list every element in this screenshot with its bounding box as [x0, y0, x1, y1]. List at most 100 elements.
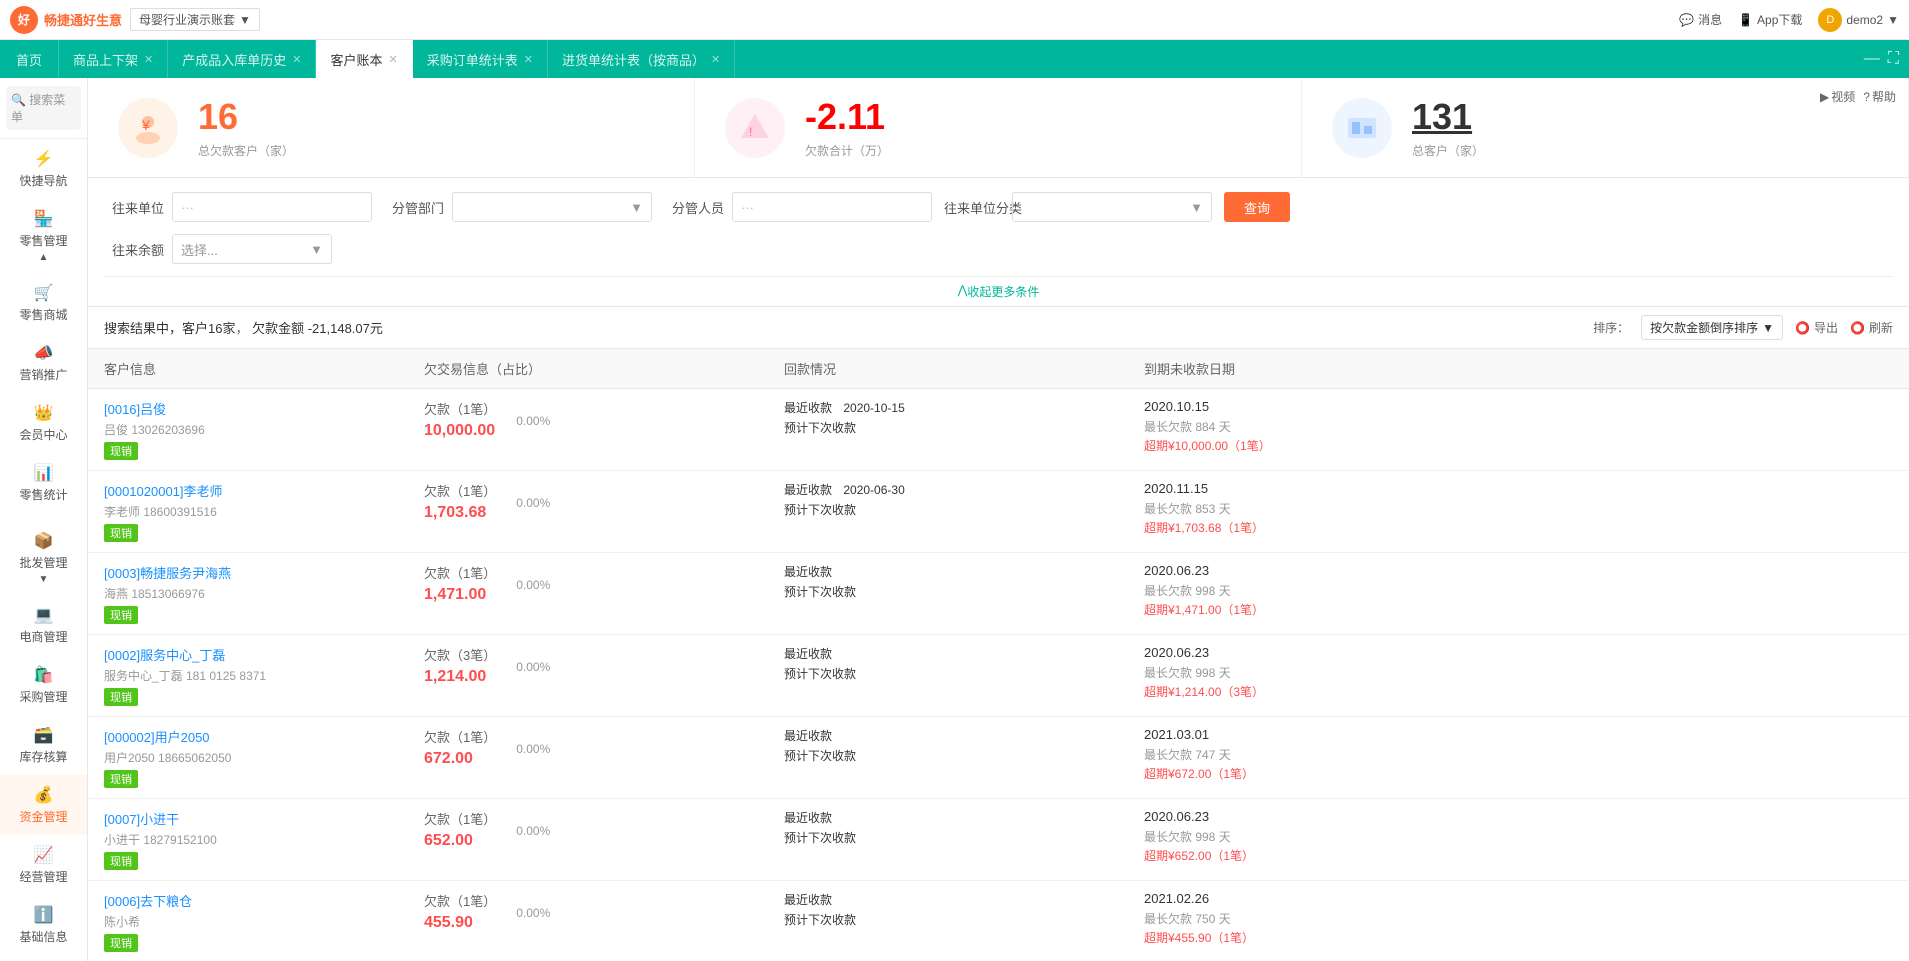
close-icon[interactable]: ✕ — [292, 53, 301, 66]
filter-select-category[interactable]: ▼ — [1012, 192, 1212, 222]
sidebar-item-purchase[interactable]: 🛍️ 采购管理 — [0, 655, 87, 715]
debt-amount[interactable]: 1,214.00 — [424, 668, 496, 686]
tab-customer-account[interactable]: 客户账本 ✕ — [316, 40, 412, 78]
overdue-days: 最长欠款 853 天 — [1144, 500, 1893, 517]
video-btn[interactable]: ▶ 视频 — [1820, 88, 1855, 105]
app-download-btn[interactable]: 📱 App下载 — [1738, 11, 1802, 28]
customer-contact: 小进干 18279152100 — [104, 831, 424, 848]
sidebar-item-business[interactable]: 📈 经营管理 — [0, 835, 87, 895]
overdue-link[interactable]: 超期¥652.00（1笔） — [1144, 847, 1893, 864]
arrow-icon: ▲ — [39, 252, 49, 263]
total-customers-value: 131 — [1412, 96, 1484, 138]
sort-select[interactable]: 按欠款金额倒序排序 ▼ — [1641, 315, 1783, 340]
sidebar-item-finance[interactable]: 💰 资金管理 — [0, 775, 87, 835]
overdue-cell: 2021.02.26 最长欠款 750 天 超期¥455.90（1笔） — [1144, 891, 1893, 946]
overdue-link[interactable]: 超期¥1,703.68（1笔） — [1144, 519, 1893, 536]
close-icon[interactable]: ✕ — [711, 53, 720, 66]
stat-icon-customers: ¥ — [118, 98, 178, 158]
overdue-link[interactable]: 超期¥672.00（1笔） — [1144, 765, 1893, 782]
export-btn[interactable]: ⭕ 导出 — [1795, 319, 1838, 336]
minimize-icon[interactable]: — — [1864, 50, 1880, 68]
debt-amount[interactable]: 1,471.00 — [424, 586, 496, 604]
debt-amount[interactable]: 652.00 — [424, 832, 496, 850]
customer-name[interactable]: [000002]用户2050 — [104, 727, 424, 746]
customer-name[interactable]: [0003]畅捷服务尹海燕 — [104, 563, 424, 582]
overdue-link[interactable]: 超期¥455.90（1笔） — [1144, 929, 1893, 946]
svg-text:!: ! — [749, 125, 752, 139]
logo-text: 畅捷通好生意 — [44, 10, 122, 29]
table-container: 客户信息 欠交易信息（占比） 回款情况 到期未收款日期 [0016]吕俊 吕俊 … — [88, 349, 1909, 961]
tab-purchase-stats[interactable]: 采购订单统计表 ✕ — [413, 40, 548, 78]
sidebar-item-wholesale[interactable]: 📦 批发管理 ▼ — [0, 521, 87, 595]
customer-name[interactable]: [0016]吕俊 — [104, 399, 424, 418]
filter-collapse-btn[interactable]: ⋀ 收起更多条件 — [104, 276, 1893, 306]
table-row: [0001020001]李老师 李老师 18600391516 现销 欠款（1笔… — [88, 471, 1909, 553]
debt-customers-label: 总欠款客户（家） — [198, 142, 294, 159]
filter-area: 往来单位 ··· 分管部门 ▼ 分管人员 — [88, 178, 1909, 307]
sidebar-item-quick-nav[interactable]: ⚡ 快捷导航 — [0, 139, 87, 199]
sidebar-item-retail-mgmt[interactable]: 🏪 零售管理 ▲ — [0, 199, 87, 273]
refresh-btn[interactable]: ⭕ 刷新 — [1850, 319, 1893, 336]
help-icon: ? — [1863, 90, 1870, 104]
recovery-cell: 最近收款 预计下次收款 — [784, 809, 1144, 849]
username: demo2 — [1846, 13, 1883, 27]
customer-name[interactable]: [0006]去下粮仓 — [104, 891, 424, 910]
filter-select-balance[interactable]: 选择... ▼ — [172, 234, 332, 264]
user-menu[interactable]: D demo2 ▼ — [1818, 8, 1899, 32]
tab-product-shelf[interactable]: 商品上下架 ✕ — [59, 40, 168, 78]
debt-amount[interactable]: 1,703.68 — [424, 504, 496, 522]
sidebar-item-basic-info[interactable]: ℹ️ 基础信息 — [0, 895, 87, 955]
search-button[interactable]: 查询 — [1224, 192, 1290, 222]
debt-row: 欠款（3笔） 1,214.00 0.00% — [424, 645, 784, 688]
stat-info-total: 131 总客户（家） — [1412, 96, 1484, 159]
close-icon[interactable]: ✕ — [144, 53, 153, 66]
wholesale-icon: 📦 — [34, 531, 54, 551]
debt-count: 欠款（3笔） — [424, 645, 496, 664]
retail-mgmt-icon: 🏪 — [34, 209, 54, 229]
debt-amount[interactable]: 672.00 — [424, 750, 496, 768]
sidebar-label: 零售管理 — [19, 232, 67, 249]
next-payment-row: 预计下次收款 — [784, 665, 1144, 682]
maximize-icon[interactable]: ⛶ — [1888, 50, 1899, 68]
customer-name[interactable]: [0001020001]李老师 — [104, 481, 424, 500]
debt-amount[interactable]: 455.90 — [424, 914, 496, 932]
close-icon[interactable]: ✕ — [524, 53, 533, 66]
help-btn[interactable]: ? 帮助 — [1863, 88, 1896, 105]
customer-name[interactable]: [0007]小进干 — [104, 809, 424, 828]
dropdown-arrow-dept: ▼ — [630, 200, 643, 215]
filter-input-person[interactable]: ··· — [732, 192, 932, 222]
close-icon[interactable]: ✕ — [389, 53, 398, 66]
overdue-link[interactable]: 超期¥1,471.00（1笔） — [1144, 601, 1893, 618]
sidebar-item-member[interactable]: 👑 会员中心 — [0, 393, 87, 453]
overdue-link[interactable]: 超期¥10,000.00（1笔） — [1144, 437, 1893, 454]
tab-product-history[interactable]: 产成品入库单历史 ✕ — [168, 40, 316, 78]
sidebar-item-marketing[interactable]: 📣 营销推广 — [0, 333, 87, 393]
debt-row: 欠款（1笔） 652.00 0.00% — [424, 809, 784, 852]
sidebar-item-retail-mall[interactable]: 🛒 零售商城 — [0, 273, 87, 333]
customer-name[interactable]: [0002]服务中心_丁磊 — [104, 645, 424, 664]
overdue-cell: 2020.06.23 最长欠款 998 天 超期¥1,471.00（1笔） — [1144, 563, 1893, 618]
message-btn[interactable]: 💬 消息 — [1679, 11, 1722, 28]
debt-amount[interactable]: 10,000.00 — [424, 422, 496, 440]
th-customer: 客户信息 — [104, 359, 424, 378]
company-selector[interactable]: 母婴行业演示账套 ▼ — [130, 8, 260, 31]
sidebar-item-inventory[interactable]: 🗃️ 库存核算 — [0, 715, 87, 775]
search-menu-btn[interactable]: 🔍 搜索菜单 — [6, 86, 81, 130]
arrow-icon: ▼ — [39, 574, 49, 585]
debt-details: 欠款（1笔） 1,471.00 — [424, 563, 496, 606]
tab-home[interactable]: 首页 — [0, 40, 59, 78]
sidebar-item-ecommerce[interactable]: 💻 电商管理 — [0, 595, 87, 655]
retail-mall-icon: 🛒 — [34, 283, 54, 303]
stat-actions: ▶ 视频 ? 帮助 — [1820, 88, 1896, 105]
table-row: [0016]吕俊 吕俊 13026203696 现销 欠款（1笔） 10,000… — [88, 389, 1909, 471]
filter-select-dept[interactable]: ▼ — [452, 192, 652, 222]
debt-row: 欠款（1笔） 1,471.00 0.00% — [424, 563, 784, 606]
overdue-date: 2021.02.26 — [1144, 891, 1893, 906]
sidebar-item-system[interactable]: ⚙️ 系统管理 — [0, 955, 87, 961]
ecommerce-icon: 💻 — [34, 605, 54, 625]
sidebar-item-retail-stats[interactable]: 📊 零售统计 — [0, 453, 87, 513]
overdue-link[interactable]: 超期¥1,214.00（3笔） — [1144, 683, 1893, 700]
tab-goods-stats[interactable]: 进货单统计表（按商品） ✕ — [548, 40, 735, 78]
customer-tag: 现销 — [104, 688, 138, 706]
filter-input-unit[interactable]: ··· — [172, 192, 372, 222]
